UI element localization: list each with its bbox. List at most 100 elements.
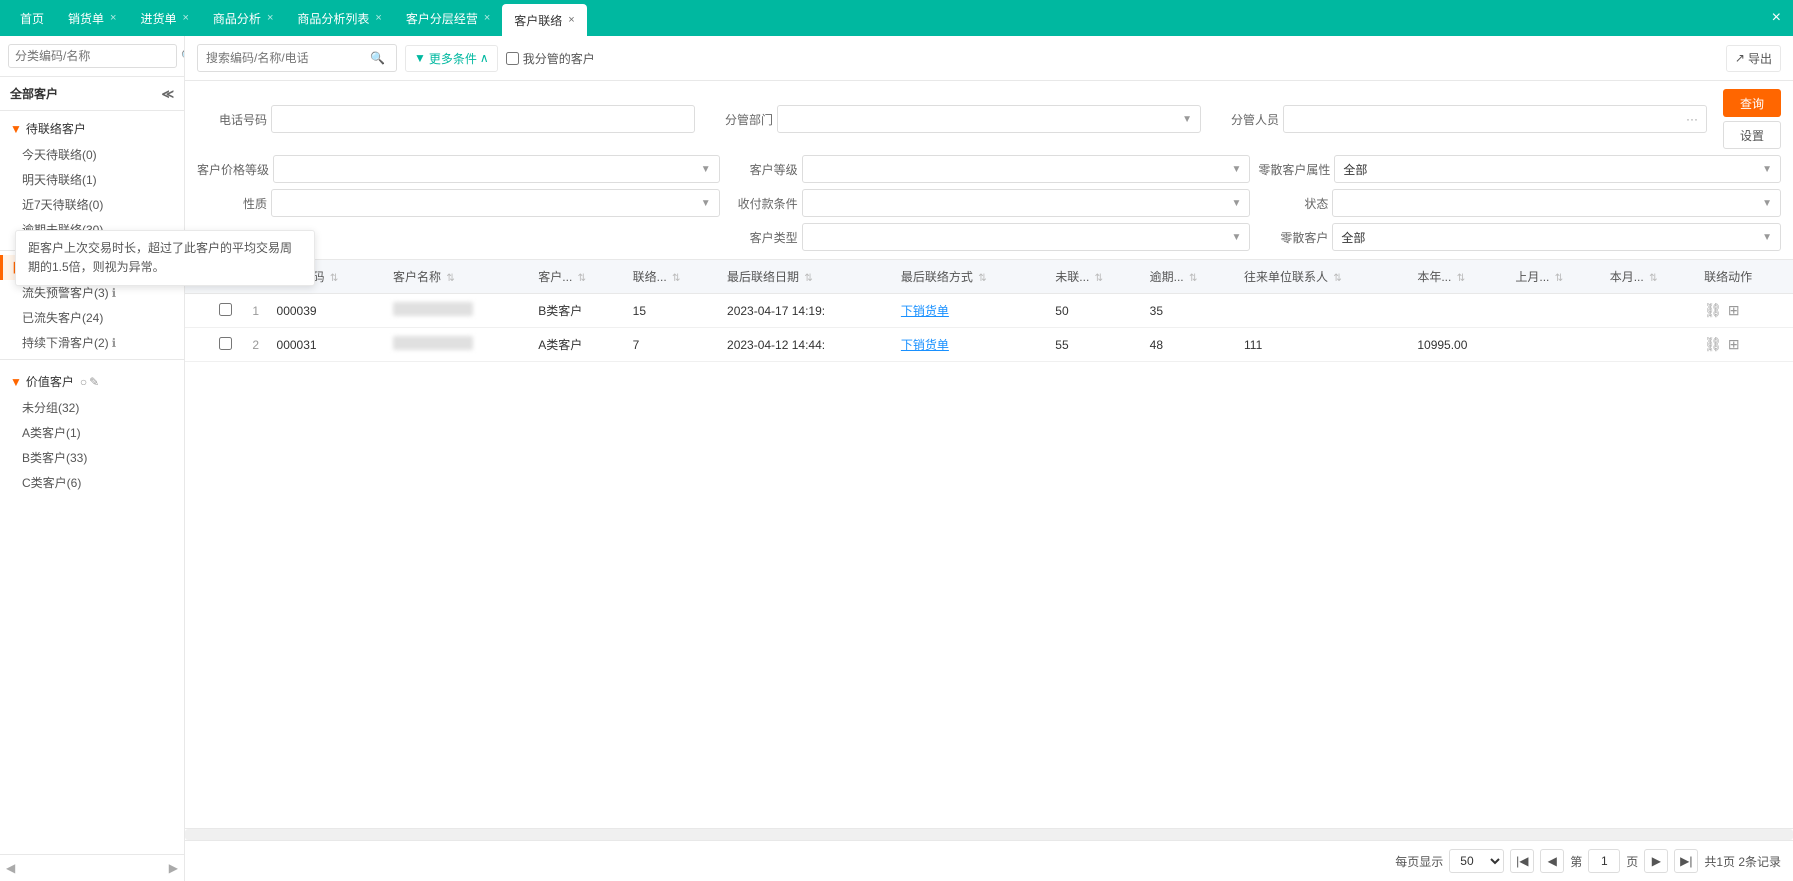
close-customer-contact-icon[interactable]: ×	[568, 14, 574, 26]
sidebar-collapse-icon[interactable]: ≪	[161, 87, 174, 101]
price-level-select[interactable]: ▼	[273, 155, 720, 183]
info-icon-3: ℹ	[112, 336, 117, 350]
row1-name-blur	[393, 302, 473, 316]
this-month-sort-icon[interactable]: ⇅	[1649, 273, 1657, 284]
sidebar-item-tomorrow-pending[interactable]: 明天待联络(1)	[0, 167, 184, 192]
dept-select[interactable]: ▼	[777, 105, 1201, 133]
query-button[interactable]: 查询	[1723, 89, 1781, 117]
sidebar-search-area: 🔍	[0, 36, 184, 77]
sidebar-value-group[interactable]: ▼ 价值客户 ○ ✎	[0, 368, 184, 395]
name-sort-icon[interactable]: ⇅	[446, 273, 454, 284]
nav-product-analysis[interactable]: 商品分析 ×	[201, 0, 285, 36]
row1-last-method-link[interactable]: 下销货单	[901, 304, 949, 318]
customer-table: ⚙ 客户编码 ⇅ 客户名称 ⇅	[185, 260, 1793, 362]
phone-input[interactable]	[271, 105, 695, 133]
last-method-sort-icon[interactable]: ⇅	[978, 273, 986, 284]
code-sort-icon[interactable]: ⇅	[330, 273, 338, 284]
nav-purchase-order[interactable]: 进货单 ×	[128, 0, 200, 36]
nav-customer-contact[interactable]: 客户联络 ×	[502, 4, 586, 36]
sidebar-item-ungrouped[interactable]: 未分组(32)	[0, 395, 184, 420]
retail-customer-label: 零散客户	[1258, 229, 1328, 246]
overdue-sort-icon[interactable]: ⇅	[1189, 273, 1197, 284]
per-page-select[interactable]: 50 100	[1449, 849, 1504, 873]
value-settings-icon[interactable]: ✎	[89, 375, 99, 389]
my-customers-checkbox[interactable]	[506, 52, 519, 65]
nature-arrow-icon: ▼	[701, 198, 711, 209]
unit-sort-icon[interactable]: ⇅	[1333, 273, 1341, 284]
filter-row-1: 电话号码 分管部门 ▼ 分管人员 ···	[197, 89, 1781, 149]
row1-action: ⛓ ⊞	[1698, 294, 1793, 328]
row2-last-method-link[interactable]: 下销货单	[901, 338, 949, 352]
customer-type-select[interactable]: ▼	[802, 223, 1251, 251]
nav-home[interactable]: 首页	[8, 0, 56, 36]
sidebar-item-today-pending[interactable]: 今天待联络(0)	[0, 142, 184, 167]
row2-settings	[185, 328, 213, 362]
status-select[interactable]: ▼	[1332, 189, 1781, 217]
first-page-button[interactable]: |◀	[1510, 849, 1534, 873]
next-page-button[interactable]: ▶	[1644, 849, 1668, 873]
last-page-button[interactable]: ▶|	[1674, 849, 1698, 873]
prev-page-button[interactable]: ◀	[1540, 849, 1564, 873]
last-month-sort-icon[interactable]: ⇅	[1555, 273, 1563, 284]
close-product-analysis-icon[interactable]: ×	[267, 12, 273, 24]
table-row: 2 000031 A类客户 7 2023-04-12 14:44: 下销货单	[185, 328, 1793, 362]
row2-last-date: 2023-04-12 14:44:	[721, 328, 895, 362]
category-sort-icon[interactable]: ⇅	[578, 273, 586, 284]
sidebar-item-class-a[interactable]: A类客户(1)	[0, 420, 184, 445]
close-product-analysis-list-icon[interactable]: ×	[375, 12, 381, 24]
price-level-label: 客户价格等级	[197, 161, 269, 178]
nav-customer-layered[interactable]: 客户分层经营 ×	[394, 0, 502, 36]
row1-grid-icon[interactable]: ⊞	[1728, 302, 1740, 319]
col-name-header: 客户名称 ⇅	[387, 260, 532, 294]
sidebar-pending-group[interactable]: ▼ 待联络客户	[0, 115, 184, 142]
retail-customer-select[interactable]: 全部 ▼	[1332, 223, 1781, 251]
sidebar-item-already-lost[interactable]: 已流失客户(24)	[0, 305, 184, 330]
row2-link-icon[interactable]: ⛓	[1704, 336, 1722, 353]
not-contact-sort-icon[interactable]: ⇅	[1095, 273, 1103, 284]
horizontal-scrollbar[interactable]	[185, 828, 1793, 840]
filter-row-3: 性质 ▼ 收付款条件 ▼ 状态	[197, 189, 1781, 217]
nature-select[interactable]: ▼	[271, 189, 720, 217]
export-button[interactable]: ↗ 导出	[1726, 45, 1781, 72]
payment-terms-select[interactable]: ▼	[802, 189, 1251, 217]
settings-button[interactable]: 设置	[1723, 121, 1781, 149]
search-input[interactable]	[206, 51, 366, 65]
contact-sort-icon[interactable]: ⇅	[672, 273, 680, 284]
sidebar-prev-icon[interactable]: ◀	[6, 861, 15, 875]
row2-grid-icon[interactable]: ⊞	[1728, 336, 1740, 353]
row2-code: 000031	[271, 328, 387, 362]
row2-select-checkbox[interactable]	[219, 337, 232, 350]
sidebar-item-declining[interactable]: 持续下滑客户(2) ℹ	[0, 330, 184, 355]
my-customers-checkbox-label[interactable]: 我分管的客户	[506, 50, 595, 67]
row2-last-month	[1509, 328, 1603, 362]
nature-label: 性质	[197, 195, 267, 212]
nav-product-analysis-list[interactable]: 商品分析列表 ×	[285, 0, 393, 36]
this-year-sort-icon[interactable]: ⇅	[1457, 273, 1465, 284]
last-date-sort-icon[interactable]: ⇅	[804, 273, 812, 284]
search-icon: 🔍	[370, 51, 385, 65]
window-close-icon[interactable]: ×	[1772, 9, 1781, 27]
row1-action-icons: ⛓ ⊞	[1704, 302, 1787, 319]
sidebar-next-icon[interactable]: ▶	[169, 861, 178, 875]
filter-form: 电话号码 分管部门 ▼ 分管人员 ···	[185, 81, 1793, 260]
customer-level-select[interactable]: ▼	[802, 155, 1251, 183]
filter-action-buttons: 查询 设置	[1723, 89, 1781, 149]
close-customer-layered-icon[interactable]: ×	[484, 12, 490, 24]
close-sales-order-icon[interactable]: ×	[110, 12, 116, 24]
sidebar-search-input[interactable]	[8, 44, 177, 68]
retail-attr-select[interactable]: 全部 ▼	[1334, 155, 1781, 183]
filter-bar: 🔍 ▼ 更多条件 ∧ 我分管的客户 ↗ 导出	[185, 36, 1793, 81]
row1-link-icon[interactable]: ⛓	[1704, 302, 1722, 319]
value-edit-icon[interactable]: ○	[80, 375, 87, 389]
row1-select-checkbox[interactable]	[219, 303, 232, 316]
close-purchase-order-icon[interactable]: ×	[182, 12, 188, 24]
sidebar-item-class-b[interactable]: B类客户(33)	[0, 445, 184, 470]
nav-sales-order[interactable]: 销货单 ×	[56, 0, 128, 36]
sidebar-item-7days-pending[interactable]: 近7天待联络(0)	[0, 192, 184, 217]
manager-select[interactable]: ···	[1283, 105, 1707, 133]
page-number-input[interactable]	[1588, 849, 1620, 873]
main-layout: 🔍 全部客户 ≪ ▼ 待联络客户 今天待联络(0) 明天待联络(1) 近7天待联…	[0, 36, 1793, 881]
more-filters-button[interactable]: ▼ 更多条件 ∧	[405, 45, 498, 72]
sidebar-item-class-c[interactable]: C类客户(6)	[0, 470, 184, 495]
dept-label: 分管部门	[703, 111, 773, 128]
